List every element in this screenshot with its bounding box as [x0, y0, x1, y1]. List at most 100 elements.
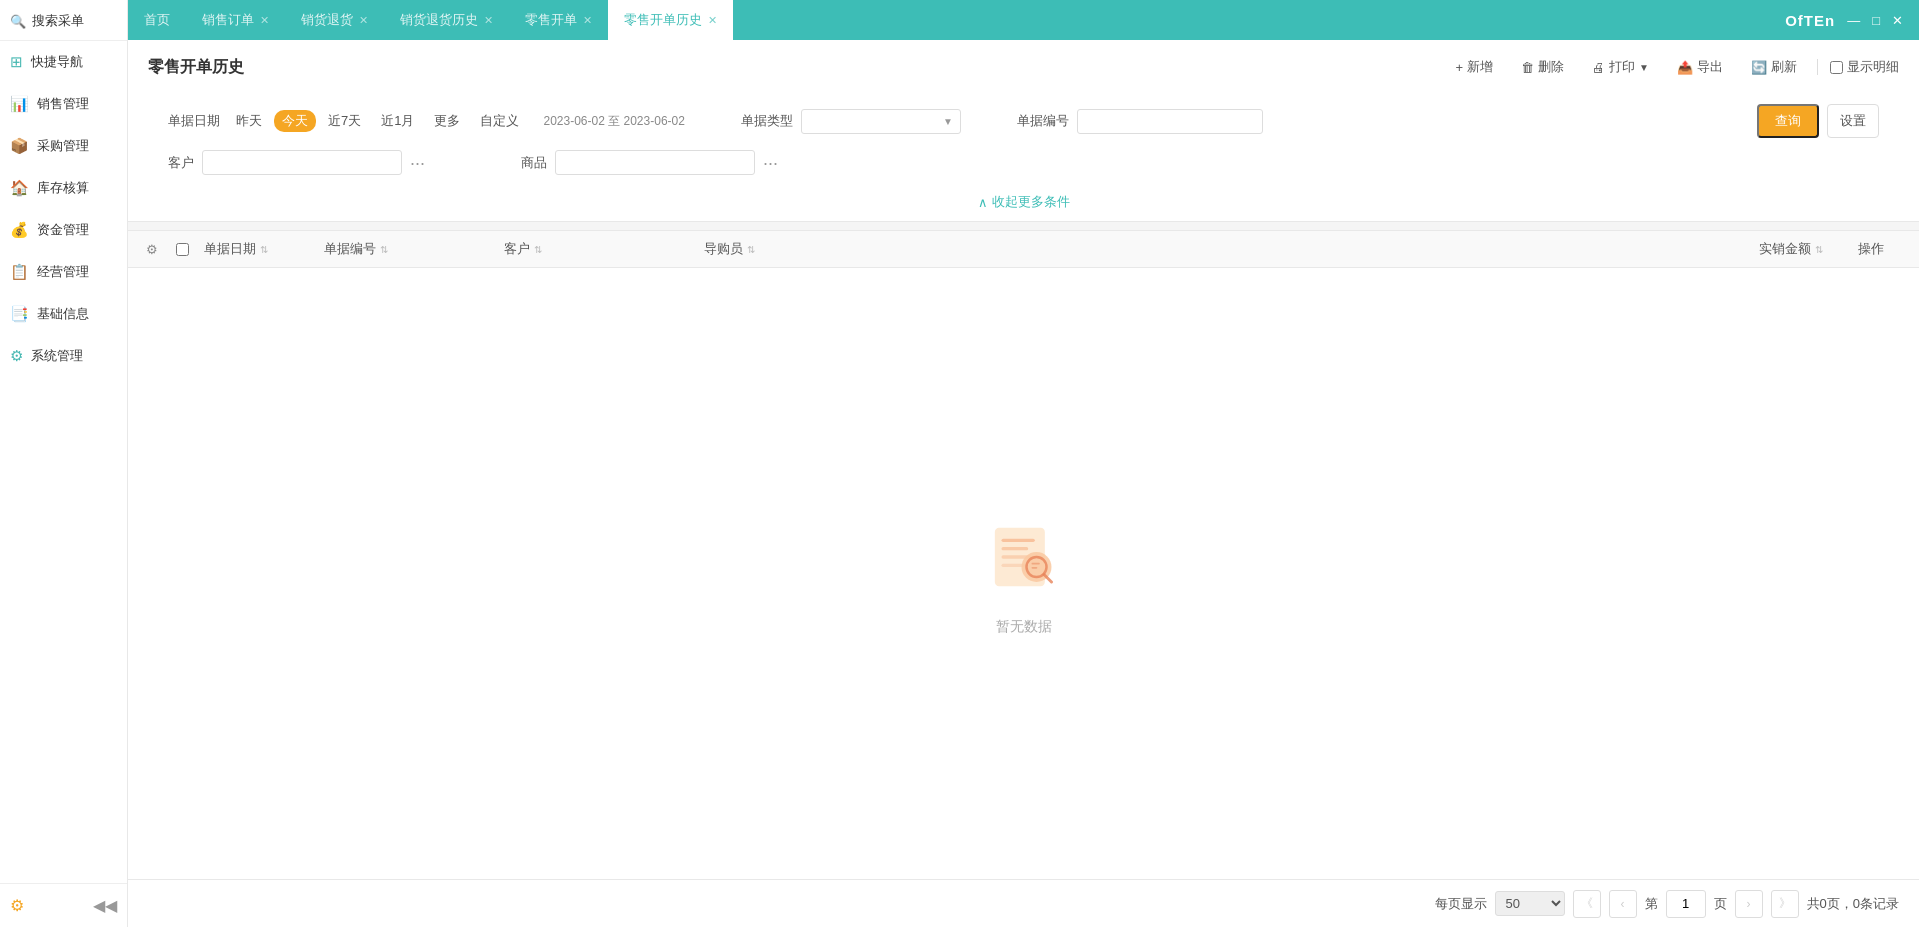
page-input[interactable] — [1666, 890, 1706, 918]
tab-retail-open-history[interactable]: 零售开单历史 ✕ — [608, 0, 733, 40]
sidebar-item-finance[interactable]: 💰 资金管理 — [0, 209, 127, 251]
th-num[interactable]: 单据编号 ⇅ — [316, 240, 496, 258]
column-settings-icon[interactable]: ⚙ — [136, 242, 168, 257]
top-nav: 首页 销售订单 ✕ 销货退货 ✕ 销货退货历史 ✕ 零售开单 ✕ 零售开单历史 … — [128, 0, 1919, 40]
tab-close-icon[interactable]: ✕ — [583, 14, 592, 27]
sidebar-item-label: 快捷导航 — [31, 53, 83, 71]
last-page-button[interactable]: 》 — [1771, 890, 1799, 918]
th-guide-sort-icon: ⇅ — [747, 244, 755, 255]
tab-retail-open-history-label: 零售开单历史 — [624, 11, 702, 29]
tab-close-icon[interactable]: ✕ — [359, 14, 368, 27]
tab-close-icon[interactable]: ✕ — [260, 14, 269, 27]
th-date-sort-icon: ⇅ — [260, 244, 268, 255]
tab-sales-order-label: 销售订单 — [202, 11, 254, 29]
tab-home[interactable]: 首页 — [128, 0, 186, 40]
print-dropdown-icon: ▼ — [1639, 62, 1649, 73]
last-page-icon: 》 — [1779, 895, 1791, 912]
th-amount[interactable]: 实销金额 ⇅ — [1711, 240, 1831, 258]
type-filter-field: 单据类型 — [741, 109, 961, 134]
date-opt-custom[interactable]: 自定义 — [472, 110, 527, 132]
search-icon: 🔍 — [10, 14, 26, 29]
sidebar: 🔍 搜索采单 ⊞ 快捷导航 📊 销售管理 📦 采购管理 🏠 库存核算 💰 资金管… — [0, 0, 128, 927]
customer-filter-input[interactable] — [202, 150, 402, 175]
page-header: 零售开单历史 + 新增 🗑 删除 🖨 打印 ▼ — [128, 40, 1919, 222]
delete-icon: 🗑 — [1521, 60, 1534, 75]
next-page-button[interactable]: › — [1735, 890, 1763, 918]
th-num-sort-icon: ⇅ — [380, 244, 388, 255]
sidebar-search-label: 搜索采单 — [32, 12, 84, 30]
refresh-button[interactable]: 🔄 刷新 — [1743, 54, 1805, 80]
tab-sales-return-label: 销货退货 — [301, 11, 353, 29]
sidebar-item-system-mgmt[interactable]: ⚙ 系统管理 — [0, 335, 127, 377]
th-guide-label: 导购员 — [704, 240, 743, 258]
page-header-top: 零售开单历史 + 新增 🗑 删除 🖨 打印 ▼ — [148, 54, 1899, 80]
refresh-label: 刷新 — [1771, 58, 1797, 76]
sales-mgmt-icon: 📊 — [10, 95, 29, 113]
th-guide[interactable]: 导购员 ⇅ — [696, 240, 816, 258]
first-page-button[interactable]: 《 — [1573, 890, 1601, 918]
settings-gear-icon[interactable]: ⚙ — [10, 896, 24, 915]
sidebar-item-basic-info[interactable]: 📑 基础信息 — [0, 293, 127, 335]
per-page-label: 每页显示 — [1435, 895, 1487, 913]
th-action: 操作 — [1831, 240, 1911, 258]
finance-icon: 💰 — [10, 221, 29, 239]
date-options: 昨天 今天 近7天 近1月 更多 自定义 — [228, 110, 527, 132]
tab-sales-order[interactable]: 销售订单 ✕ — [186, 0, 285, 40]
date-opt-more[interactable]: 更多 — [426, 110, 468, 132]
tab-close-icon[interactable]: ✕ — [708, 14, 717, 27]
tab-retail-open[interactable]: 零售开单 ✕ — [509, 0, 608, 40]
maximize-icon[interactable]: □ — [1872, 13, 1880, 28]
page-label: 第 — [1645, 895, 1658, 913]
sidebar-item-purchase-mgmt[interactable]: 📦 采购管理 — [0, 125, 127, 167]
add-icon: + — [1456, 60, 1464, 75]
close-icon[interactable]: ✕ — [1892, 13, 1903, 28]
date-opt-7days[interactable]: 近7天 — [320, 110, 369, 132]
sidebar-item-label: 采购管理 — [37, 137, 89, 155]
date-opt-yesterday[interactable]: 昨天 — [228, 110, 270, 132]
quick-nav-icon: ⊞ — [10, 53, 23, 71]
collapse-filter-button[interactable]: ∧ 收起更多条件 — [168, 187, 1879, 221]
goods-filter-input[interactable] — [555, 150, 755, 175]
filter-row-2: 客户 ··· 商品 ··· — [168, 150, 1879, 175]
sidebar-item-inventory[interactable]: 🏠 库存核算 — [0, 167, 127, 209]
th-date[interactable]: 单据日期 ⇅ — [196, 240, 316, 258]
num-filter-input[interactable] — [1077, 109, 1263, 134]
print-button[interactable]: 🖨 打印 ▼ — [1584, 54, 1657, 80]
minimize-icon[interactable]: — — [1847, 13, 1860, 28]
settings-button[interactable]: 设置 — [1827, 104, 1879, 138]
date-filter-label: 单据日期 — [168, 112, 220, 130]
delete-button[interactable]: 🗑 删除 — [1513, 54, 1572, 80]
sidebar-item-label: 基础信息 — [37, 305, 89, 323]
tab-sales-return[interactable]: 销货退货 ✕ — [285, 0, 384, 40]
sidebar-item-quick-nav[interactable]: ⊞ 快捷导航 — [0, 41, 127, 83]
tab-close-icon[interactable]: ✕ — [484, 14, 493, 27]
tab-sales-return-history[interactable]: 销货退货历史 ✕ — [384, 0, 509, 40]
add-button[interactable]: + 新增 — [1448, 54, 1502, 80]
export-button[interactable]: 📤 导出 — [1669, 54, 1731, 80]
date-opt-today[interactable]: 今天 — [274, 110, 316, 132]
tab-home-label: 首页 — [144, 11, 170, 29]
sidebar-search[interactable]: 🔍 搜索采单 — [0, 0, 127, 41]
type-select-wrapper — [801, 109, 961, 134]
per-page-select[interactable]: 50 100 200 — [1495, 891, 1565, 916]
query-button[interactable]: 查询 — [1757, 104, 1819, 138]
display-cols-input[interactable] — [1830, 61, 1843, 74]
table-header: ⚙ 单据日期 ⇅ 单据编号 ⇅ 客户 ⇅ 导购员 ⇅ — [128, 230, 1919, 268]
goods-dots[interactable]: ··· — [763, 154, 778, 172]
sidebar-item-operations[interactable]: 📋 经营管理 — [0, 251, 127, 293]
display-cols-checkbox[interactable]: 显示明细 — [1830, 58, 1899, 76]
customer-dots[interactable]: ··· — [410, 154, 425, 172]
prev-page-button[interactable]: ‹ — [1609, 890, 1637, 918]
sidebar-item-label: 库存核算 — [37, 179, 89, 197]
type-select[interactable] — [801, 109, 961, 134]
empty-illustration — [974, 512, 1074, 602]
select-all-input[interactable] — [176, 243, 189, 256]
th-amount-sort-icon: ⇅ — [1815, 244, 1823, 255]
th-customer[interactable]: 客户 ⇅ — [496, 240, 696, 258]
select-all-checkbox[interactable] — [168, 243, 196, 256]
sidebar-item-sales-mgmt[interactable]: 📊 销售管理 — [0, 83, 127, 125]
empty-state: 暂无数据 — [128, 268, 1919, 879]
sidebar-collapse-icon[interactable]: ◀◀ — [93, 896, 117, 915]
date-opt-1month[interactable]: 近1月 — [373, 110, 422, 132]
toolbar-separator — [1817, 59, 1818, 75]
